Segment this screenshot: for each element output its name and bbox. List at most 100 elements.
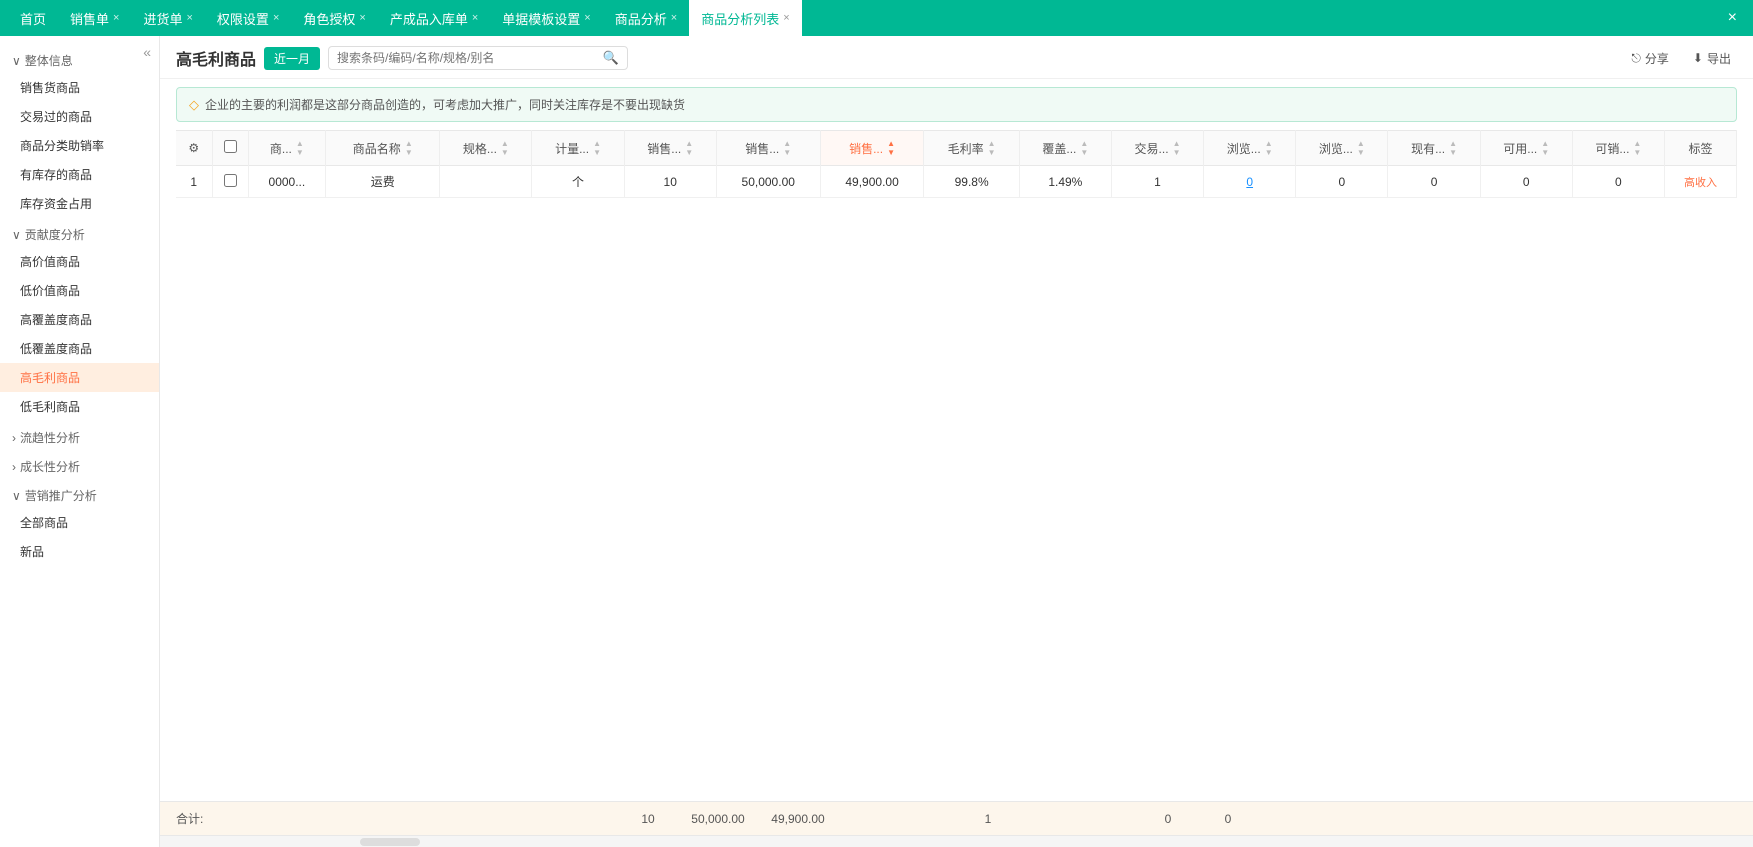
sidebar-item-all-goods[interactable]: 全部商品 bbox=[0, 508, 159, 537]
sidebar-item-high-coverage[interactable]: 高覆盖度商品 bbox=[0, 305, 159, 334]
sidebar-item-high-value[interactable]: 高价值商品 bbox=[0, 247, 159, 276]
sort-icon-unit[interactable]: ▲▼ bbox=[593, 139, 601, 157]
chevron-down-icon: ∨ bbox=[12, 54, 21, 68]
sidebar-item-sales-goods[interactable]: 销售货商品 bbox=[0, 73, 159, 102]
sidebar-item-traded-goods[interactable]: 交易过的商品 bbox=[0, 102, 159, 131]
cell-index: 1 bbox=[176, 166, 212, 198]
row-checkbox[interactable] bbox=[224, 174, 237, 187]
sort-icon-sales-amount[interactable]: ▲▼ bbox=[783, 139, 791, 157]
nav-item-analysis[interactable]: 商品分析 × bbox=[603, 0, 689, 36]
nav-close-template[interactable]: × bbox=[584, 12, 590, 24]
col-sales-cost: 销售... ▲▼ bbox=[820, 131, 924, 166]
sidebar-item-low-value[interactable]: 低价值商品 bbox=[0, 276, 159, 305]
sort-icon-code[interactable]: ▲▼ bbox=[296, 139, 304, 157]
table-header-row: ⚙ 商... ▲▼ 商品名称 bbox=[176, 131, 1737, 166]
horizontal-scrollbar[interactable] bbox=[160, 835, 1753, 847]
sidebar: « ∨ 整体信息 销售货商品 交易过的商品 商品分类助销率 有库存的商品 库存资… bbox=[0, 36, 160, 847]
sidebar-group-contribution[interactable]: ∨ 贡献度分析 bbox=[0, 218, 159, 247]
nav-close-analysis[interactable]: × bbox=[671, 12, 677, 24]
cell-sales-qty: 10 bbox=[624, 166, 716, 198]
sort-icon-saleable-stock[interactable]: ▲▼ bbox=[1633, 139, 1641, 157]
sidebar-item-low-margin[interactable]: 低毛利商品 bbox=[0, 392, 159, 421]
sidebar-collapse-icon[interactable]: « bbox=[143, 44, 151, 60]
col-browse2: 浏览... ▲▼ bbox=[1296, 131, 1388, 166]
sort-icon-browse1[interactable]: ▲▼ bbox=[1265, 139, 1273, 157]
sidebar-item-stocked-goods[interactable]: 有库存的商品 bbox=[0, 160, 159, 189]
nav-item-purchase[interactable]: 进货单 × bbox=[131, 0, 204, 36]
nav-item-sales[interactable]: 销售单 × bbox=[58, 0, 131, 36]
search-input[interactable] bbox=[337, 51, 603, 65]
cell-tag: 高收入 bbox=[1664, 166, 1736, 198]
sort-icon-spec[interactable]: ▲▼ bbox=[501, 139, 509, 157]
nav-close-inbound[interactable]: × bbox=[472, 12, 478, 24]
export-button[interactable]: ⬇ 导出 bbox=[1687, 47, 1737, 70]
search-icon[interactable]: 🔍 bbox=[603, 50, 619, 66]
info-banner: ◇ 企业的主要的利润都是这部分商品创造的，可考虑加大推广，同时关注库存是不要出现… bbox=[176, 87, 1737, 122]
cell-coverage: 1.49% bbox=[1019, 166, 1111, 198]
cell-gross-rate: 99.8% bbox=[924, 166, 1019, 198]
cell-sales-cost: 49,900.00 bbox=[820, 166, 924, 198]
share-icon: ⎋ bbox=[1631, 51, 1641, 66]
col-current-stock: 现有... ▲▼ bbox=[1388, 131, 1480, 166]
sort-icon-sales-qty[interactable]: ▲▼ bbox=[685, 139, 693, 157]
footer-trade: 1 bbox=[958, 812, 1018, 826]
nav-close-analysis-list[interactable]: × bbox=[783, 12, 789, 24]
nav-close-sales[interactable]: × bbox=[113, 12, 119, 24]
main-layout: « ∨ 整体信息 销售货商品 交易过的商品 商品分类助销率 有库存的商品 库存资… bbox=[0, 36, 1753, 847]
sort-icon-available-stock[interactable]: ▲▼ bbox=[1541, 139, 1549, 157]
footer-available-stock: 0 bbox=[1198, 812, 1258, 826]
nav-item-analysis-list[interactable]: 商品分析列表 × bbox=[689, 0, 801, 36]
page-title: 高毛利商品 bbox=[176, 46, 256, 70]
cell-saleable-stock: 0 bbox=[1572, 166, 1664, 198]
window-close-icon[interactable]: × bbox=[1720, 9, 1745, 27]
cell-code: 0000... bbox=[248, 166, 326, 198]
col-saleable-stock: 可销... ▲▼ bbox=[1572, 131, 1664, 166]
filter-recent-month-button[interactable]: 近一月 bbox=[264, 47, 320, 70]
col-checkbox[interactable] bbox=[212, 131, 248, 166]
cell-browse1[interactable]: 0 bbox=[1204, 166, 1296, 198]
sidebar-item-high-margin[interactable]: 高毛利商品 bbox=[0, 363, 159, 392]
nav-item-roles[interactable]: 角色授权 × bbox=[291, 0, 377, 36]
sort-icon-sales-cost[interactable]: ▲▼ bbox=[887, 139, 895, 157]
header-actions: ⎋ 分享 ⬇ 导出 bbox=[1625, 47, 1737, 70]
content-area: 高毛利商品 近一月 🔍 ⎋ 分享 ⬇ 导出 ◇ 企业的主要的利润都是这部分商品创… bbox=[160, 36, 1753, 847]
col-trade: 交易... ▲▼ bbox=[1111, 131, 1203, 166]
nav-close-purchase[interactable]: × bbox=[186, 12, 192, 24]
sidebar-group-overall[interactable]: ∨ 整体信息 bbox=[0, 44, 159, 73]
chevron-right-icon2: › bbox=[12, 460, 16, 474]
sidebar-item-low-coverage[interactable]: 低覆盖度商品 bbox=[0, 334, 159, 363]
footer-label: 合计: bbox=[176, 810, 236, 827]
col-settings[interactable]: ⚙ bbox=[176, 131, 212, 166]
sort-icon-trade[interactable]: ▲▼ bbox=[1173, 139, 1181, 157]
nav-close-roles[interactable]: × bbox=[359, 12, 365, 24]
sort-icon-browse2[interactable]: ▲▼ bbox=[1357, 139, 1365, 157]
cell-checkbox[interactable] bbox=[212, 166, 248, 198]
sidebar-item-new-goods[interactable]: 新品 bbox=[0, 537, 159, 566]
nav-close-permissions[interactable]: × bbox=[273, 12, 279, 24]
footer-sales-amount: 50,000.00 bbox=[678, 812, 758, 826]
cell-sales-amount: 50,000.00 bbox=[716, 166, 820, 198]
nav-item-template[interactable]: 单据模板设置 × bbox=[490, 0, 602, 36]
sidebar-item-category-rate[interactable]: 商品分类助销率 bbox=[0, 131, 159, 160]
select-all-checkbox[interactable] bbox=[224, 140, 237, 153]
sidebar-group-trend[interactable]: › 流趋性分析 bbox=[0, 421, 159, 450]
sidebar-group-marketing[interactable]: ∨ 营销推广分析 bbox=[0, 479, 159, 508]
nav-item-inbound[interactable]: 产成品入库单 × bbox=[378, 0, 490, 36]
sort-icon-gross-rate[interactable]: ▲▼ bbox=[988, 139, 996, 157]
col-unit: 计量... ▲▼ bbox=[532, 131, 624, 166]
cell-available-stock: 0 bbox=[1480, 166, 1572, 198]
share-button[interactable]: ⎋ 分享 bbox=[1625, 47, 1675, 70]
export-icon: ⬇ bbox=[1693, 51, 1703, 65]
sort-icon-coverage[interactable]: ▲▼ bbox=[1080, 139, 1088, 157]
nav-item-permissions[interactable]: 权限设置 × bbox=[205, 0, 291, 36]
sort-icon-name[interactable]: ▲▼ bbox=[405, 139, 413, 157]
settings-icon[interactable]: ⚙ bbox=[188, 141, 199, 155]
footer-sales-qty: 10 bbox=[618, 812, 678, 826]
sidebar-item-stock-capital[interactable]: 库存资金占用 bbox=[0, 189, 159, 218]
data-table: ⚙ 商... ▲▼ 商品名称 bbox=[176, 130, 1737, 198]
scrollbar-thumb[interactable] bbox=[360, 838, 420, 846]
sidebar-group-growth[interactable]: › 成长性分析 bbox=[0, 450, 159, 479]
col-browse1: 浏览... ▲▼ bbox=[1204, 131, 1296, 166]
sort-icon-current-stock[interactable]: ▲▼ bbox=[1449, 139, 1457, 157]
nav-item-home[interactable]: 首页 bbox=[8, 0, 58, 36]
